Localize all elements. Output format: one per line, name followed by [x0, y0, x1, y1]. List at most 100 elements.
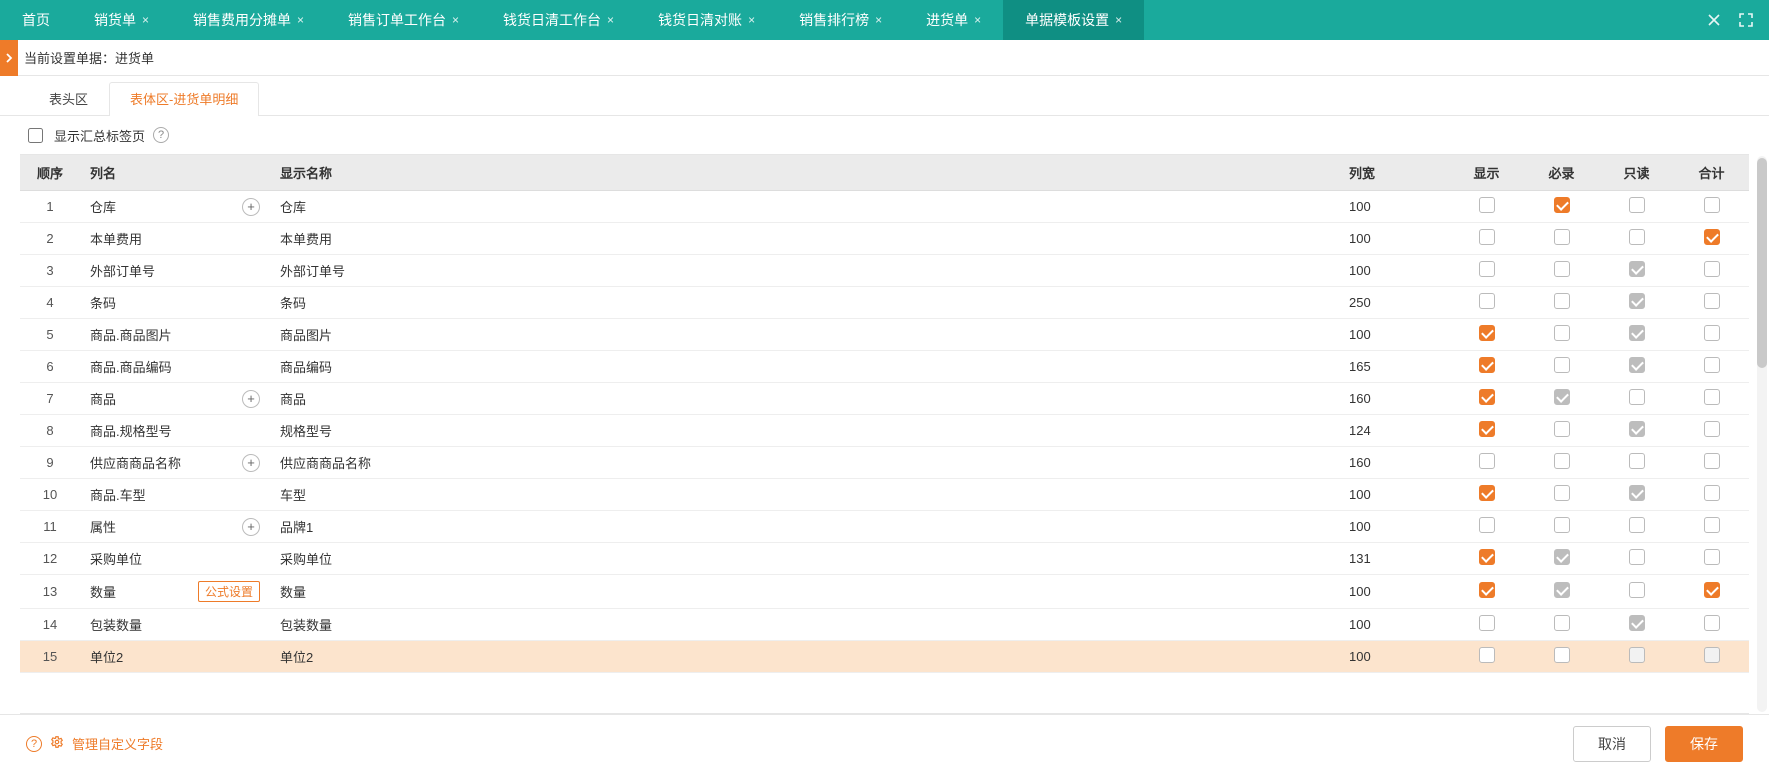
- top-tab-7[interactable]: 进货单×: [904, 0, 1003, 40]
- checkbox[interactable]: [1479, 261, 1495, 277]
- cell-display-name[interactable]: 供应商商品名称: [270, 447, 1339, 479]
- checkbox[interactable]: [1479, 293, 1495, 309]
- cell-display-name[interactable]: 采购单位: [270, 543, 1339, 575]
- table-row[interactable]: 5商品.商品图片商品图片100: [20, 319, 1749, 351]
- cell-display-name[interactable]: 车型: [270, 479, 1339, 511]
- checkbox[interactable]: [1479, 647, 1495, 663]
- table-row[interactable]: 2本单费用本单费用100: [20, 223, 1749, 255]
- help-icon[interactable]: ?: [153, 127, 169, 143]
- checkbox[interactable]: [1704, 389, 1720, 405]
- cell-width[interactable]: 100: [1339, 609, 1449, 641]
- close-icon[interactable]: ×: [748, 13, 755, 27]
- cell-display-name[interactable]: 外部订单号: [270, 255, 1339, 287]
- footer-help-icon[interactable]: ?: [26, 736, 42, 752]
- checkbox[interactable]: [1479, 615, 1495, 631]
- table-row[interactable]: 7商品+商品160: [20, 383, 1749, 415]
- close-panel-icon[interactable]: [1705, 11, 1723, 29]
- checkbox[interactable]: [1629, 293, 1645, 309]
- checkbox[interactable]: [1704, 615, 1720, 631]
- checkbox[interactable]: [1554, 389, 1570, 405]
- checkbox[interactable]: [1479, 549, 1495, 565]
- checkbox[interactable]: [1554, 261, 1570, 277]
- cell-width[interactable]: 160: [1339, 383, 1449, 415]
- cell-display-name[interactable]: 商品: [270, 383, 1339, 415]
- checkbox[interactable]: [1554, 453, 1570, 469]
- checkbox[interactable]: [1479, 325, 1495, 341]
- cell-display-name[interactable]: 数量: [270, 575, 1339, 609]
- checkbox[interactable]: [1704, 197, 1720, 213]
- checkbox[interactable]: [1704, 517, 1720, 533]
- checkbox[interactable]: [1479, 389, 1495, 405]
- fullscreen-icon[interactable]: [1737, 11, 1755, 29]
- close-icon[interactable]: ×: [875, 13, 882, 27]
- cell-display-name[interactable]: 仓库: [270, 191, 1339, 223]
- close-icon[interactable]: ×: [297, 13, 304, 27]
- show-summary-tab-checkbox[interactable]: [28, 128, 43, 143]
- checkbox[interactable]: [1704, 421, 1720, 437]
- cell-display-name[interactable]: 条码: [270, 287, 1339, 319]
- checkbox[interactable]: [1554, 582, 1570, 598]
- table-row[interactable]: 1仓库+仓库100: [20, 191, 1749, 223]
- close-icon[interactable]: ×: [607, 13, 614, 27]
- save-button[interactable]: 保存: [1665, 726, 1743, 762]
- checkbox[interactable]: [1479, 197, 1495, 213]
- top-tab-2[interactable]: 销售费用分摊单×: [171, 0, 326, 40]
- checkbox[interactable]: [1479, 453, 1495, 469]
- table-row[interactable]: 11属性+品牌1100: [20, 511, 1749, 543]
- top-tab-6[interactable]: 销售排行榜×: [777, 0, 904, 40]
- checkbox[interactable]: [1554, 421, 1570, 437]
- sub-tab-0[interactable]: 表头区: [28, 82, 109, 116]
- table-row[interactable]: 14包装数量包装数量100: [20, 609, 1749, 641]
- checkbox[interactable]: [1629, 517, 1645, 533]
- manage-custom-fields-link[interactable]: 管理自定义字段: [72, 734, 163, 753]
- cell-width[interactable]: 100: [1339, 641, 1449, 673]
- checkbox[interactable]: [1554, 647, 1570, 663]
- close-icon[interactable]: ×: [142, 13, 149, 27]
- close-icon[interactable]: ×: [1115, 13, 1122, 27]
- checkbox[interactable]: [1554, 229, 1570, 245]
- checkbox[interactable]: [1479, 582, 1495, 598]
- table-row[interactable]: 12采购单位采购单位131: [20, 543, 1749, 575]
- close-icon[interactable]: ×: [974, 13, 981, 27]
- checkbox[interactable]: [1629, 325, 1645, 341]
- checkbox[interactable]: [1629, 582, 1645, 598]
- checkbox[interactable]: [1479, 517, 1495, 533]
- checkbox[interactable]: [1704, 261, 1720, 277]
- cell-display-name[interactable]: 商品编码: [270, 351, 1339, 383]
- cell-width[interactable]: 165: [1339, 351, 1449, 383]
- checkbox[interactable]: [1704, 582, 1720, 598]
- checkbox[interactable]: [1554, 485, 1570, 501]
- table-row[interactable]: 10商品.车型车型100: [20, 479, 1749, 511]
- checkbox[interactable]: [1704, 357, 1720, 373]
- cell-width[interactable]: 250: [1339, 287, 1449, 319]
- checkbox[interactable]: [1629, 485, 1645, 501]
- table-row[interactable]: 8商品.规格型号规格型号124: [20, 415, 1749, 447]
- table-row[interactable]: 4条码条码250: [20, 287, 1749, 319]
- cell-display-name[interactable]: 包装数量: [270, 609, 1339, 641]
- checkbox[interactable]: [1629, 549, 1645, 565]
- checkbox[interactable]: [1629, 197, 1645, 213]
- cell-width[interactable]: 100: [1339, 319, 1449, 351]
- checkbox[interactable]: [1554, 517, 1570, 533]
- checkbox[interactable]: [1704, 325, 1720, 341]
- breadcrumb-expand-icon[interactable]: [0, 40, 18, 76]
- table-row[interactable]: 6商品.商品编码商品编码165: [20, 351, 1749, 383]
- formula-setting-button[interactable]: 公式设置: [198, 581, 260, 602]
- checkbox[interactable]: [1704, 293, 1720, 309]
- top-tab-4[interactable]: 钱货日清工作台×: [481, 0, 636, 40]
- checkbox[interactable]: [1629, 357, 1645, 373]
- cell-display-name[interactable]: 品牌1: [270, 511, 1339, 543]
- checkbox[interactable]: [1704, 453, 1720, 469]
- add-icon[interactable]: +: [242, 198, 260, 216]
- checkbox[interactable]: [1479, 485, 1495, 501]
- top-tab-1[interactable]: 销货单×: [72, 0, 171, 40]
- cell-width[interactable]: 160: [1339, 447, 1449, 479]
- cell-width[interactable]: 100: [1339, 575, 1449, 609]
- top-tab-0[interactable]: 首页: [0, 0, 72, 40]
- top-tab-3[interactable]: 销售订单工作台×: [326, 0, 481, 40]
- cell-width[interactable]: 100: [1339, 191, 1449, 223]
- checkbox[interactable]: [1629, 261, 1645, 277]
- checkbox[interactable]: [1479, 357, 1495, 373]
- checkbox[interactable]: [1554, 549, 1570, 565]
- add-icon[interactable]: +: [242, 454, 260, 472]
